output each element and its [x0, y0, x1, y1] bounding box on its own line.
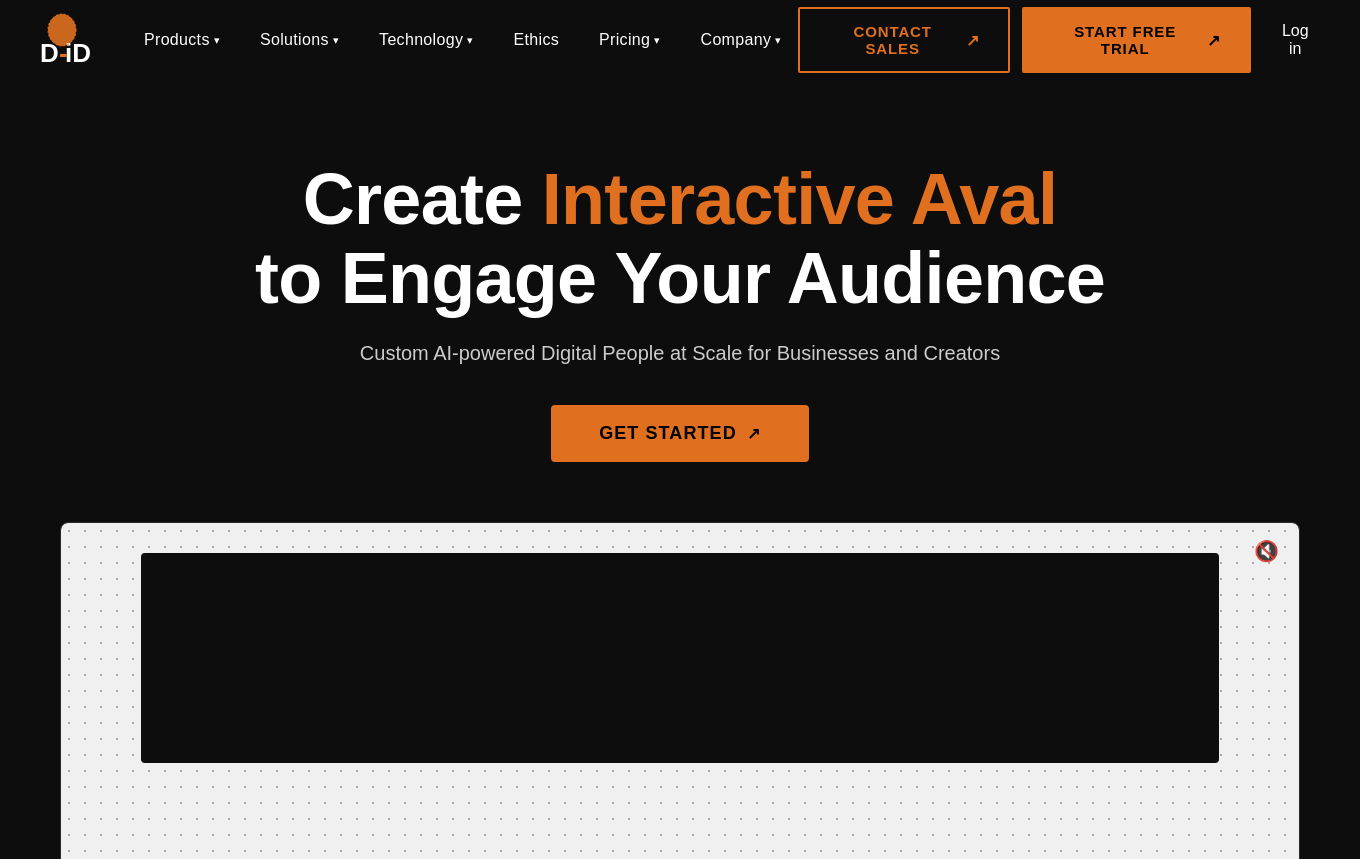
get-started-button[interactable]: GET STARTED ↗: [551, 405, 809, 462]
nav-right: CONTACT SALES ↗ START FREE TRIAL ↗ Log i…: [798, 7, 1328, 73]
nav-item-ethics[interactable]: Ethics: [498, 23, 576, 57]
nav-item-technology[interactable]: Technology ▾: [363, 23, 489, 57]
arrow-icon: ↗: [966, 31, 980, 50]
volume-icon-wrap[interactable]: 🔇: [1254, 539, 1279, 563]
contact-sales-button[interactable]: CONTACT SALES ↗: [798, 7, 1010, 73]
video-inner: [141, 553, 1219, 763]
volume-off-icon: 🔇: [1254, 540, 1279, 562]
logo-svg: D - iD: [32, 10, 92, 70]
nav-item-products[interactable]: Products ▾: [128, 23, 236, 57]
arrow-icon: ↗: [747, 424, 761, 443]
logo-link[interactable]: D - iD: [32, 10, 92, 70]
hero-title: Create Interactive Aval to Engage Your A…: [40, 160, 1320, 318]
chevron-down-icon: ▾: [654, 34, 660, 47]
hero-subtitle: Custom AI-powered Digital People at Scal…: [40, 342, 1320, 365]
login-button[interactable]: Log in: [1263, 14, 1328, 66]
chevron-down-icon: ▾: [467, 34, 473, 47]
chevron-down-icon: ▾: [775, 34, 781, 47]
video-frame: 🔇 Wh...: [61, 523, 1299, 859]
start-free-trial-button[interactable]: START FREE TRIAL ↗: [1022, 7, 1251, 73]
arrow-icon: ↗: [1207, 31, 1221, 50]
nav-item-pricing[interactable]: Pricing ▾: [583, 23, 676, 57]
svg-text:iD: iD: [65, 38, 91, 68]
video-container: 🔇 Wh...: [60, 522, 1300, 859]
chevron-down-icon: ▾: [214, 34, 220, 47]
svg-text:D: D: [40, 38, 59, 68]
nav-item-company[interactable]: Company ▾: [685, 23, 798, 57]
nav-left: D - iD Products ▾ Solutions ▾ Tech: [32, 10, 798, 70]
nav-item-solutions[interactable]: Solutions ▾: [244, 23, 355, 57]
video-section: 🔇 Wh...: [60, 522, 1300, 859]
chevron-down-icon: ▾: [333, 34, 339, 47]
navbar: D - iD Products ▾ Solutions ▾ Tech: [0, 0, 1360, 80]
video-spacer: [61, 793, 1299, 859]
nav-links: Products ▾ Solutions ▾ Technology ▾ Ethi…: [128, 23, 798, 57]
hero-section: Create Interactive Aval to Engage Your A…: [0, 80, 1360, 522]
